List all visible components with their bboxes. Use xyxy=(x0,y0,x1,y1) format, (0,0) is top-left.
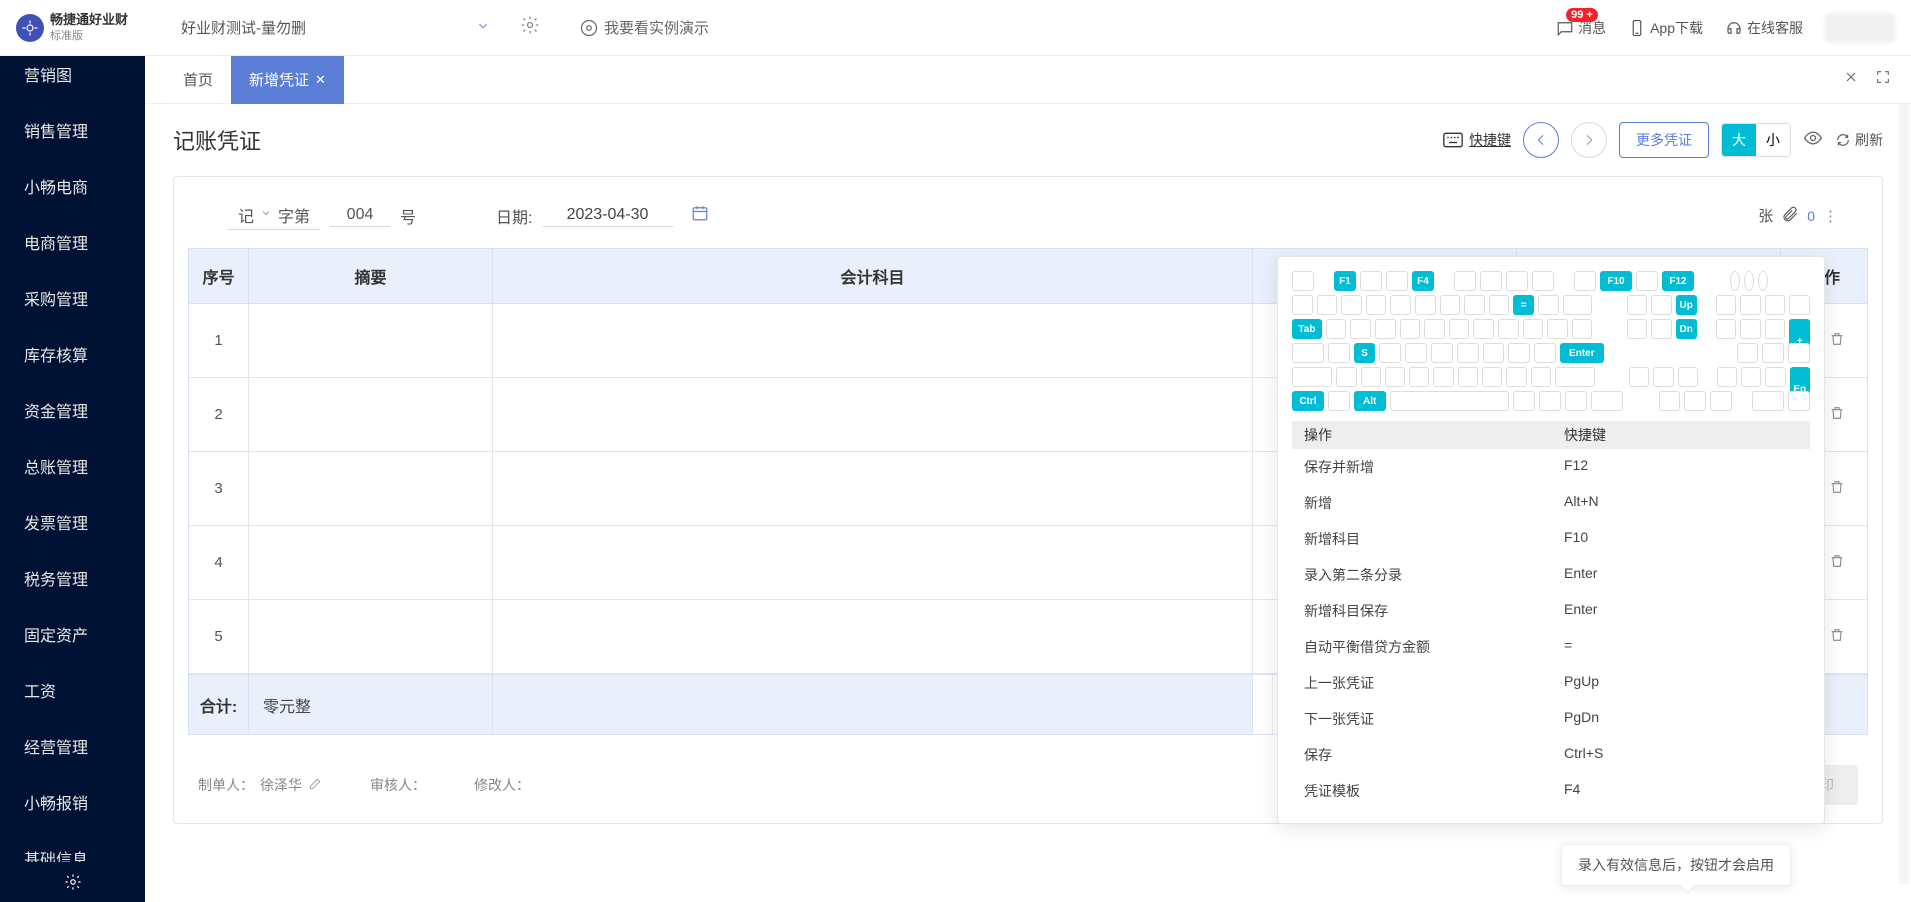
shortcut-row: 新增科目保存Enter xyxy=(1292,593,1810,629)
sidebar-item[interactable]: 资金管理 xyxy=(0,382,145,438)
voucher-type-select[interactable]: 记 字第 xyxy=(228,201,320,230)
sidebar-item[interactable]: 销售管理 xyxy=(0,102,145,158)
th-subject: 会计科目 xyxy=(493,249,1253,303)
shortcut-row: 新增Alt+N xyxy=(1292,485,1810,521)
disabled-tooltip: 录入有效信息后，按钮才会启用 xyxy=(1561,844,1791,886)
shortcut-table: 操作 快捷键 保存并新增F12新增Alt+N新增科目F10录入第二条分录Ente… xyxy=(1292,421,1810,809)
edit-icon[interactable] xyxy=(308,777,322,794)
auditor-label: 审核人： xyxy=(370,775,426,795)
fullscreen-icon[interactable] xyxy=(1875,69,1891,90)
sidebar-item[interactable]: 总账管理 xyxy=(0,438,145,494)
content-area: 首页 新增凭证 ✕ 记账凭证 xyxy=(145,56,1911,902)
shortcut-row: 自动平衡借贷方金额= xyxy=(1292,629,1810,665)
settings-icon[interactable] xyxy=(520,15,540,40)
creator-name: 徐泽华 xyxy=(260,775,302,795)
size-small-button[interactable]: 小 xyxy=(1756,124,1790,156)
date-input[interactable]: 2023-04-30 xyxy=(543,204,673,227)
shortcut-row: 保存并新增F12 xyxy=(1292,449,1810,485)
shortcut-popup: F1 F4 F10 F12 = Up xyxy=(1277,256,1825,824)
shortcut-row: 保存Ctrl+S xyxy=(1292,737,1810,773)
tab-close-all-icon[interactable] xyxy=(1843,69,1859,90)
message-badge: 99 + xyxy=(1566,8,1598,22)
top-header: 畅捷通好业财 标准版 好业财测试-量勿删 我要看实例演示 99 + 消息 App… xyxy=(0,0,1911,56)
th-summary: 摘要 xyxy=(249,249,493,303)
messages-button[interactable]: 99 + 消息 xyxy=(1556,18,1606,38)
user-avatar[interactable] xyxy=(1825,13,1895,43)
size-toggle: 大 小 xyxy=(1721,123,1791,157)
shortcut-row: 上一张凭证PgUp xyxy=(1292,665,1810,701)
close-icon[interactable]: ✕ xyxy=(315,72,326,88)
online-service-button[interactable]: 在线客服 xyxy=(1725,18,1803,38)
tab-new-voucher[interactable]: 新增凭证 ✕ xyxy=(231,56,344,104)
sidebar-item[interactable]: 小畅电商 xyxy=(0,158,145,214)
sidebar-item[interactable]: 经营管理 xyxy=(0,718,145,774)
shortcut-row: 凭证模板F4 xyxy=(1292,773,1810,809)
creator-label: 制单人： xyxy=(198,775,254,795)
next-voucher-button[interactable] xyxy=(1571,122,1607,158)
preview-icon[interactable] xyxy=(1803,128,1823,153)
page-title: 记账凭证 xyxy=(173,124,261,156)
sidebar-item[interactable]: 固定资产 xyxy=(0,606,145,662)
more-voucher-button[interactable]: 更多凭证 xyxy=(1619,122,1709,158)
sidebar-item[interactable]: 采购管理 xyxy=(0,270,145,326)
sidebar-item[interactable]: 库存核算 xyxy=(0,326,145,382)
size-large-button[interactable]: 大 xyxy=(1722,124,1756,156)
sidebar-item[interactable]: 电商管理 xyxy=(0,214,145,270)
delete-row-icon[interactable] xyxy=(1829,627,1845,647)
sidebar-item[interactable]: 税务管理 xyxy=(0,550,145,606)
delete-row-icon[interactable] xyxy=(1829,479,1845,499)
brand-edition: 标准版 xyxy=(50,27,128,43)
sidebar-item[interactable]: 工资 xyxy=(0,662,145,718)
scrollbar[interactable] xyxy=(1899,104,1909,884)
brand-name: 畅捷通好业财 xyxy=(50,12,128,28)
shortcut-row: 下一张凭证PgDn xyxy=(1292,701,1810,737)
org-name: 好业财测试-量勿删 xyxy=(181,17,306,38)
tab-home[interactable]: 首页 xyxy=(165,56,231,104)
delete-row-icon[interactable] xyxy=(1829,331,1845,351)
st-head-key: 快捷键 xyxy=(1552,421,1810,449)
more-icon[interactable]: ⋮ xyxy=(1823,207,1838,225)
date-label: 日期: xyxy=(496,204,532,228)
shortcut-keys-button[interactable]: 快捷键 xyxy=(1443,130,1511,150)
attach-count: 0 xyxy=(1807,208,1815,224)
logo: 畅捷通好业财 标准版 xyxy=(16,12,161,44)
demo-link[interactable]: 我要看实例演示 xyxy=(580,17,709,38)
attach-unit: 张 xyxy=(1758,205,1773,226)
sidebar: 营销图销售管理小畅电商电商管理采购管理库存核算资金管理总账管理发票管理税务管理固… xyxy=(0,56,145,902)
sum-label: 合计: xyxy=(189,675,249,734)
sidebar-item[interactable]: 发票管理 xyxy=(0,494,145,550)
app-download-button[interactable]: App下载 xyxy=(1628,18,1703,38)
delete-row-icon[interactable] xyxy=(1829,553,1845,573)
attachment-icon[interactable] xyxy=(1781,205,1799,227)
modifier-label: 修改人： xyxy=(474,775,530,795)
th-index: 序号 xyxy=(189,249,249,303)
prev-voucher-button[interactable] xyxy=(1523,122,1559,158)
shortcut-row: 新增科目F10 xyxy=(1292,521,1810,557)
voucher-number-input[interactable]: 004 xyxy=(330,204,390,227)
sum-text: 零元整 xyxy=(249,675,493,734)
refresh-button[interactable]: 刷新 xyxy=(1835,130,1883,150)
st-head-op: 操作 xyxy=(1292,421,1552,449)
keyboard-visual: F1 F4 F10 F12 = Up xyxy=(1292,271,1810,411)
brand-icon xyxy=(16,14,44,42)
tabs-bar: 首页 新增凭证 ✕ xyxy=(145,56,1911,104)
sidebar-item[interactable]: 小畅报销 xyxy=(0,774,145,830)
sidebar-item[interactable]: 营销图 xyxy=(0,56,145,102)
org-selector[interactable]: 好业财测试-量勿删 xyxy=(181,17,490,38)
shortcut-row: 录入第二条分录Enter xyxy=(1292,557,1810,593)
header-actions: 99 + 消息 App下载 在线客服 xyxy=(1556,13,1895,43)
delete-row-icon[interactable] xyxy=(1829,405,1845,425)
chevron-down-icon xyxy=(476,19,490,37)
chevron-down-icon xyxy=(260,206,272,224)
hao-label: 号 xyxy=(400,204,416,228)
calendar-icon[interactable] xyxy=(691,204,709,227)
sidebar-settings-icon[interactable] xyxy=(0,862,145,902)
